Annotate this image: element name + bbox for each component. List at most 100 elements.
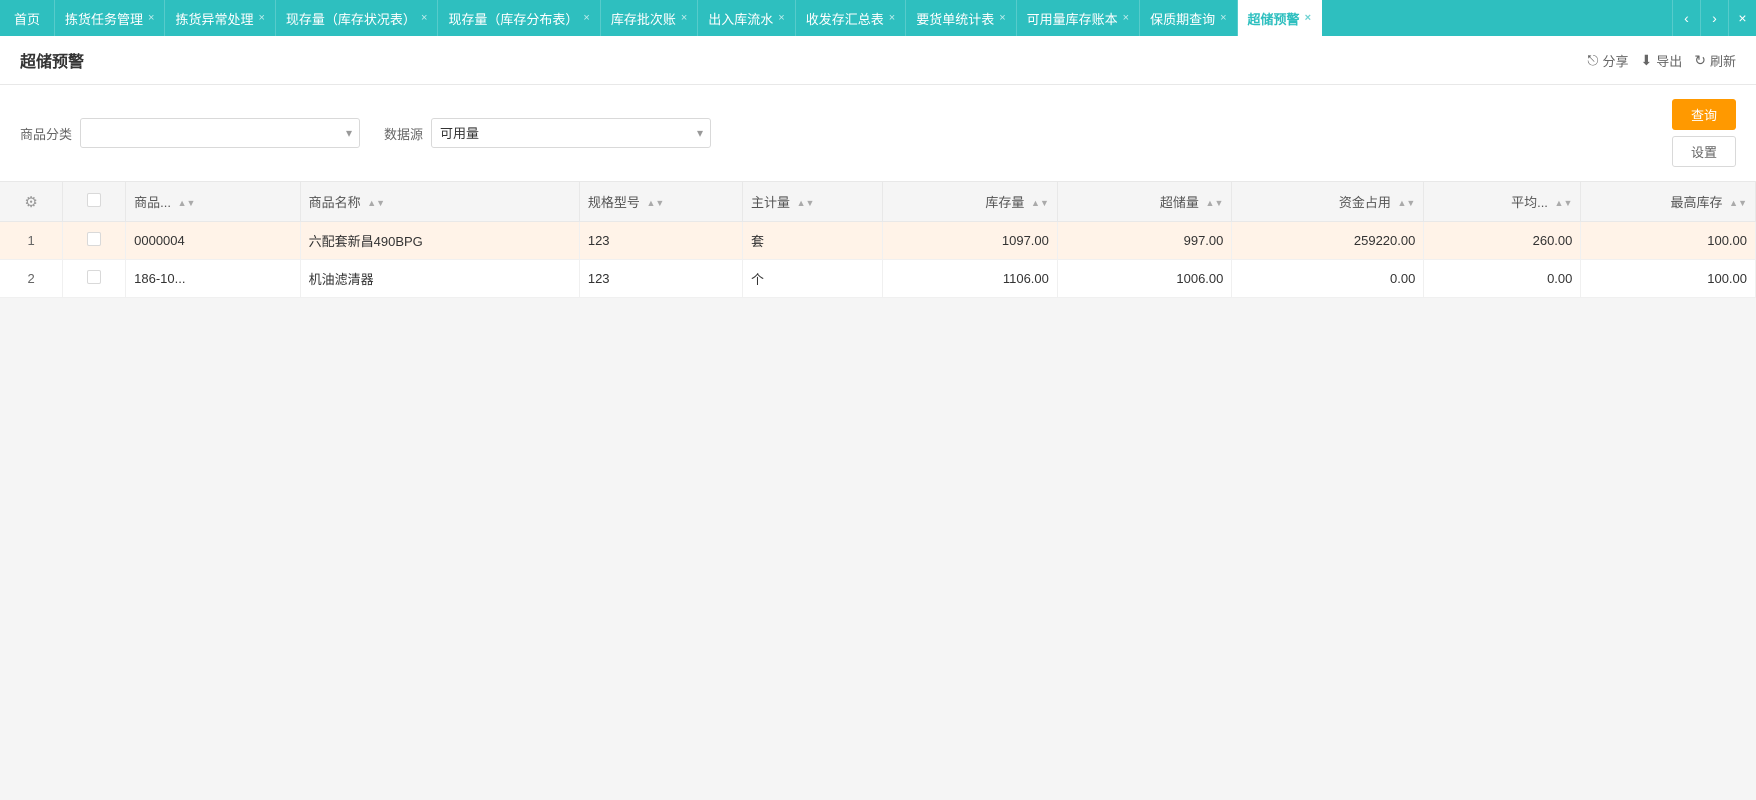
sort-icon[interactable]: ▲▼ <box>1729 199 1747 208</box>
close-tab-icon[interactable]: × <box>421 12 427 24</box>
close-tab-icon[interactable]: × <box>1220 12 1226 24</box>
refresh-button[interactable]: ↻ 刷新 <box>1694 51 1736 70</box>
close-tab-icon[interactable]: × <box>1305 12 1311 24</box>
overstock-table: ⚙ 商品... ▲▼ 商品名称 ▲▼ 规格型号 ▲▼ 主计 <box>0 182 1756 298</box>
row-capital: 0.00 <box>1232 260 1424 298</box>
nav-tab-inout-flow[interactable]: 出入库流水 × <box>698 0 795 36</box>
col-header-spec: 规格型号 ▲▼ <box>579 182 742 222</box>
nav-tab-recv-send[interactable]: 收发存汇总表 × <box>796 0 906 36</box>
export-icon: ⬇ <box>1641 52 1653 69</box>
col-header-settings: ⚙ <box>0 182 63 222</box>
row-overstock: 1006.00 <box>1057 260 1232 298</box>
sort-icon[interactable]: ▲▼ <box>646 199 664 208</box>
select-all-checkbox[interactable] <box>87 193 101 207</box>
row-name: 六配套新昌490BPG <box>300 222 579 260</box>
nav-tab-batch[interactable]: 库存批次账 × <box>601 0 698 36</box>
nav-arrows: ‹ › × <box>1672 0 1756 36</box>
row-stock: 1097.00 <box>883 222 1058 260</box>
sort-icon[interactable]: ▲▼ <box>1398 199 1416 208</box>
col-header-code: 商品... ▲▼ <box>126 182 301 222</box>
nav-tab-overstock[interactable]: 超储预警 × <box>1238 0 1322 36</box>
datasource-select[interactable]: 可用量 总量 <box>431 118 711 148</box>
filter-bar: 商品分类 ▾ 数据源 可用量 总量 ▾ 查询 设置 <box>0 85 1756 182</box>
row-capital: 259220.00 <box>1232 222 1424 260</box>
table-row: 2 186-10... 机油滤清器 123 个 1106.00 1006.00 … <box>0 260 1756 298</box>
close-tab-icon[interactable]: × <box>999 12 1005 24</box>
row-num: 2 <box>0 260 63 298</box>
datasource-filter: 数据源 可用量 总量 ▾ <box>384 118 711 148</box>
close-tab-icon[interactable]: × <box>778 12 784 24</box>
category-filter: 商品分类 ▾ <box>20 118 360 148</box>
close-tab-icon[interactable]: × <box>583 12 589 24</box>
action-buttons: 查询 设置 <box>1672 99 1736 167</box>
row-maxstock: 100.00 <box>1581 222 1756 260</box>
top-navigation: 首页 拣货任务管理 × 拣货异常处理 × 现存量（库存状况表） × 现存量（库存… <box>0 0 1756 36</box>
row-code: 0000004 <box>126 222 301 260</box>
datasource-select-wrapper: 可用量 总量 ▾ <box>431 118 711 148</box>
category-select-wrapper: ▾ <box>80 118 360 148</box>
export-button[interactable]: ⬇ 导出 <box>1641 51 1683 70</box>
nav-tab-order-stats[interactable]: 要货单统计表 × <box>906 0 1016 36</box>
row-maxstock: 100.00 <box>1581 260 1756 298</box>
table-body: 1 0000004 六配套新昌490BPG 123 套 1097.00 997.… <box>0 222 1756 298</box>
datasource-label: 数据源 <box>384 124 423 143</box>
close-tab-icon[interactable]: × <box>681 12 687 24</box>
col-header-checkbox <box>63 182 126 222</box>
col-header-unit: 主计量 ▲▼ <box>742 182 882 222</box>
sort-icon[interactable]: ▲▼ <box>367 199 385 208</box>
row-overstock: 997.00 <box>1057 222 1232 260</box>
nav-tab-available-stock[interactable]: 可用量库存账本 × <box>1017 0 1140 36</box>
row-checkbox <box>63 260 126 298</box>
nav-arrow-right[interactable]: › <box>1700 0 1728 36</box>
col-header-avg: 平均... ▲▼ <box>1424 182 1581 222</box>
col-header-name: 商品名称 ▲▼ <box>300 182 579 222</box>
share-icon: ⎋ <box>1587 52 1598 69</box>
settings-gear-icon[interactable]: ⚙ <box>24 194 37 211</box>
row-avg: 0.00 <box>1424 260 1581 298</box>
col-header-overstock: 超储量 ▲▼ <box>1057 182 1232 222</box>
sort-icon[interactable]: ▲▼ <box>797 199 815 208</box>
sort-icon[interactable]: ▲▼ <box>178 199 196 208</box>
row-select-checkbox[interactable] <box>87 270 101 284</box>
row-num: 1 <box>0 222 63 260</box>
row-checkbox <box>63 222 126 260</box>
col-header-stock: 库存量 ▲▼ <box>883 182 1058 222</box>
close-tab-icon[interactable]: × <box>889 12 895 24</box>
refresh-icon: ↻ <box>1694 52 1706 69</box>
nav-arrow-left[interactable]: ‹ <box>1672 0 1700 36</box>
row-unit: 套 <box>742 222 882 260</box>
sort-icon[interactable]: ▲▼ <box>1031 199 1049 208</box>
category-label: 商品分类 <box>20 124 72 143</box>
row-select-checkbox[interactable] <box>87 232 101 246</box>
nav-tab-task-mgmt[interactable]: 拣货任务管理 × <box>55 0 165 36</box>
nav-tab-stock-status[interactable]: 现存量（库存状况表） × <box>276 0 438 36</box>
share-button[interactable]: ⎋ 分享 <box>1587 51 1628 70</box>
nav-tab-stock-dist[interactable]: 现存量（库存分布表） × <box>438 0 600 36</box>
sort-icon[interactable]: ▲▼ <box>1555 199 1573 208</box>
row-name: 机油滤清器 <box>300 260 579 298</box>
page-header: 超储预警 ⎋ 分享 ⬇ 导出 ↻ 刷新 <box>0 36 1756 85</box>
nav-home[interactable]: 首页 <box>0 0 55 36</box>
table-container: ⚙ 商品... ▲▼ 商品名称 ▲▼ 规格型号 ▲▼ 主计 <box>0 182 1756 298</box>
col-header-capital: 资金占用 ▲▼ <box>1232 182 1424 222</box>
row-code: 186-10... <box>126 260 301 298</box>
header-actions: ⎋ 分享 ⬇ 导出 ↻ 刷新 <box>1587 51 1736 82</box>
nav-tab-quality[interactable]: 保质期查询 × <box>1140 0 1237 36</box>
page-title: 超储预警 <box>20 48 84 84</box>
close-tab-icon[interactable]: × <box>1123 12 1129 24</box>
close-tab-icon[interactable]: × <box>148 12 154 24</box>
settings-button[interactable]: 设置 <box>1672 136 1736 167</box>
col-header-maxstock: 最高库存 ▲▼ <box>1581 182 1756 222</box>
table-header-row: ⚙ 商品... ▲▼ 商品名称 ▲▼ 规格型号 ▲▼ 主计 <box>0 182 1756 222</box>
category-select[interactable] <box>80 118 360 148</box>
row-unit: 个 <box>742 260 882 298</box>
query-button[interactable]: 查询 <box>1672 99 1736 130</box>
row-avg: 260.00 <box>1424 222 1581 260</box>
table-row: 1 0000004 六配套新昌490BPG 123 套 1097.00 997.… <box>0 222 1756 260</box>
row-spec: 123 <box>579 260 742 298</box>
nav-tab-abnormal[interactable]: 拣货异常处理 × <box>165 0 275 36</box>
row-stock: 1106.00 <box>883 260 1058 298</box>
sort-icon[interactable]: ▲▼ <box>1206 199 1224 208</box>
close-tab-icon[interactable]: × <box>258 12 264 24</box>
nav-arrow-close[interactable]: × <box>1728 0 1756 36</box>
